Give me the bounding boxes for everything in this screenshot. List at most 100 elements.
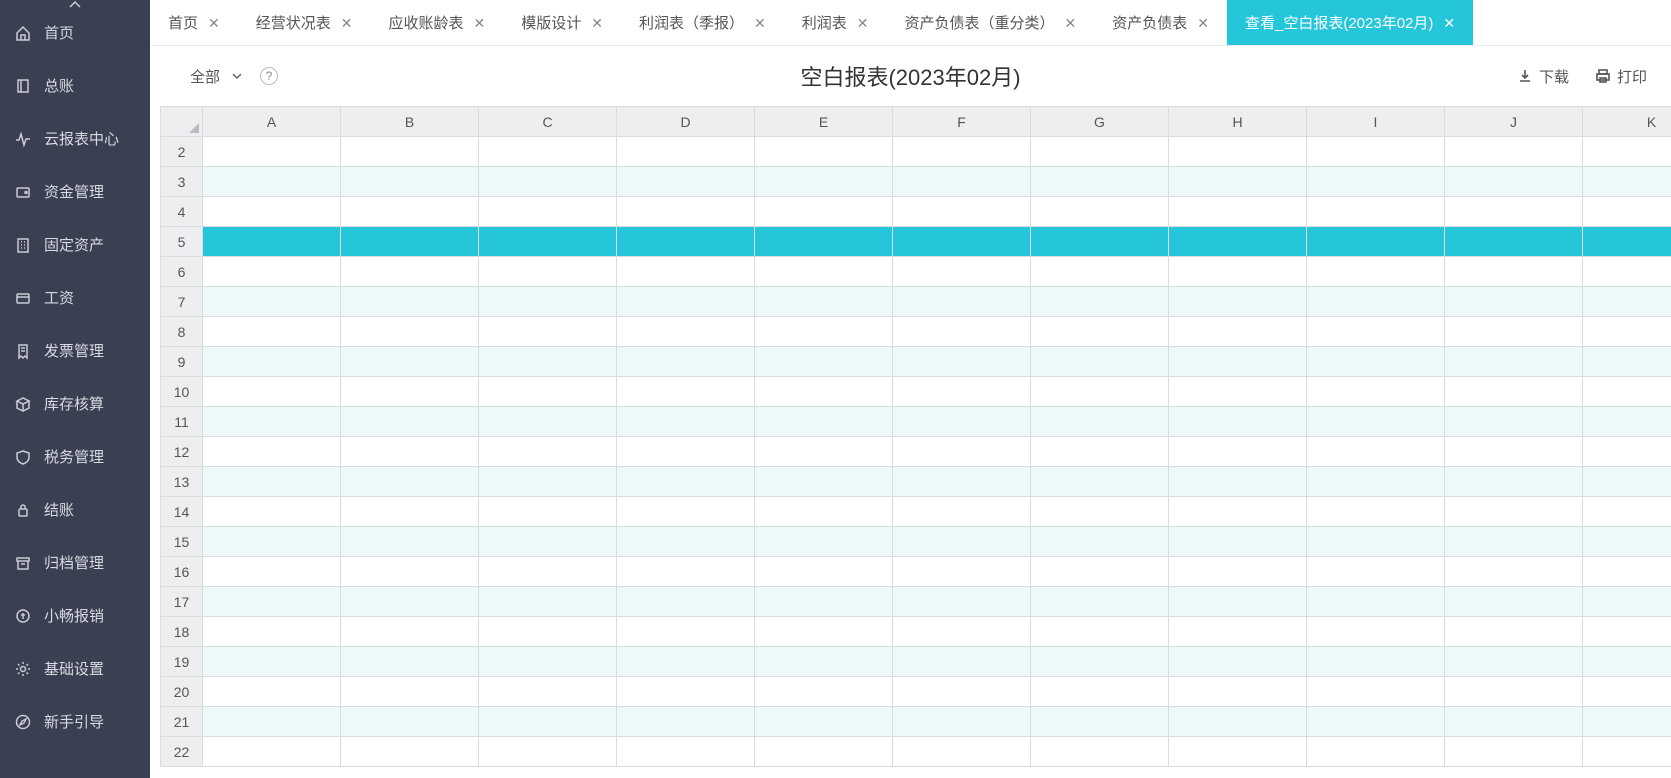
cell-G7[interactable]: [1031, 287, 1169, 317]
cell-E11[interactable]: [755, 407, 893, 437]
cell-H6[interactable]: [1169, 257, 1307, 287]
close-icon[interactable]: ✕: [208, 16, 220, 30]
cell-D11[interactable]: [617, 407, 755, 437]
select-all-corner[interactable]: [161, 107, 203, 137]
cell-A15[interactable]: [203, 527, 341, 557]
cell-C10[interactable]: [479, 377, 617, 407]
col-header-G[interactable]: G: [1031, 107, 1169, 137]
cell-B16[interactable]: [341, 557, 479, 587]
cell-A13[interactable]: [203, 467, 341, 497]
cell-G16[interactable]: [1031, 557, 1169, 587]
cell-K3[interactable]: [1583, 167, 1671, 197]
cell-K7[interactable]: [1583, 287, 1671, 317]
row-header-21[interactable]: 21: [161, 707, 203, 737]
cell-F14[interactable]: [893, 497, 1031, 527]
cell-G2[interactable]: [1031, 137, 1169, 167]
cell-D2[interactable]: [617, 137, 755, 167]
cell-A19[interactable]: [203, 647, 341, 677]
cell-D22[interactable]: [617, 737, 755, 767]
cell-F11[interactable]: [893, 407, 1031, 437]
cell-H10[interactable]: [1169, 377, 1307, 407]
cell-K9[interactable]: [1583, 347, 1671, 377]
cell-E20[interactable]: [755, 677, 893, 707]
cell-I4[interactable]: [1307, 197, 1445, 227]
cell-B22[interactable]: [341, 737, 479, 767]
cell-G4[interactable]: [1031, 197, 1169, 227]
cell-F13[interactable]: [893, 467, 1031, 497]
row-header-5[interactable]: 5: [161, 227, 203, 257]
cell-B4[interactable]: [341, 197, 479, 227]
cell-B9[interactable]: [341, 347, 479, 377]
cell-E16[interactable]: [755, 557, 893, 587]
col-header-B[interactable]: B: [341, 107, 479, 137]
cell-I6[interactable]: [1307, 257, 1445, 287]
cell-D17[interactable]: [617, 587, 755, 617]
cell-E9[interactable]: [755, 347, 893, 377]
cell-J18[interactable]: [1445, 617, 1583, 647]
cell-D19[interactable]: [617, 647, 755, 677]
cell-A18[interactable]: [203, 617, 341, 647]
cell-I7[interactable]: [1307, 287, 1445, 317]
tab-7[interactable]: 资产负债表✕: [1094, 0, 1227, 45]
cell-F9[interactable]: [893, 347, 1031, 377]
cell-A16[interactable]: [203, 557, 341, 587]
sidebar-item-ledger[interactable]: 总账: [0, 59, 150, 112]
cell-F22[interactable]: [893, 737, 1031, 767]
cell-F5[interactable]: [893, 227, 1031, 257]
cell-I10[interactable]: [1307, 377, 1445, 407]
close-icon[interactable]: ✕: [754, 16, 766, 30]
col-header-H[interactable]: H: [1169, 107, 1307, 137]
cell-E6[interactable]: [755, 257, 893, 287]
cell-K5[interactable]: [1583, 227, 1671, 257]
cell-H18[interactable]: [1169, 617, 1307, 647]
cell-B10[interactable]: [341, 377, 479, 407]
cell-B14[interactable]: [341, 497, 479, 527]
cell-H15[interactable]: [1169, 527, 1307, 557]
cell-G9[interactable]: [1031, 347, 1169, 377]
cell-C13[interactable]: [479, 467, 617, 497]
cell-J20[interactable]: [1445, 677, 1583, 707]
cell-G10[interactable]: [1031, 377, 1169, 407]
cell-H19[interactable]: [1169, 647, 1307, 677]
cell-F2[interactable]: [893, 137, 1031, 167]
cell-J15[interactable]: [1445, 527, 1583, 557]
row-header-12[interactable]: 12: [161, 437, 203, 467]
cell-D20[interactable]: [617, 677, 755, 707]
cell-A4[interactable]: [203, 197, 341, 227]
cell-F15[interactable]: [893, 527, 1031, 557]
cell-K15[interactable]: [1583, 527, 1671, 557]
cell-I13[interactable]: [1307, 467, 1445, 497]
cell-F3[interactable]: [893, 167, 1031, 197]
cell-C21[interactable]: [479, 707, 617, 737]
cell-C16[interactable]: [479, 557, 617, 587]
row-header-22[interactable]: 22: [161, 737, 203, 767]
cell-F8[interactable]: [893, 317, 1031, 347]
cell-G22[interactable]: [1031, 737, 1169, 767]
cell-E10[interactable]: [755, 377, 893, 407]
row-header-15[interactable]: 15: [161, 527, 203, 557]
cell-C19[interactable]: [479, 647, 617, 677]
close-icon[interactable]: ✕: [341, 16, 353, 30]
tab-3[interactable]: 模版设计✕: [503, 0, 621, 45]
cell-G6[interactable]: [1031, 257, 1169, 287]
cell-A11[interactable]: [203, 407, 341, 437]
sidebar-item-assets[interactable]: 固定资产: [0, 218, 150, 271]
cell-I3[interactable]: [1307, 167, 1445, 197]
col-header-D[interactable]: D: [617, 107, 755, 137]
cell-B2[interactable]: [341, 137, 479, 167]
cell-J8[interactable]: [1445, 317, 1583, 347]
cell-K17[interactable]: [1583, 587, 1671, 617]
cell-E21[interactable]: [755, 707, 893, 737]
cell-H4[interactable]: [1169, 197, 1307, 227]
cell-K22[interactable]: [1583, 737, 1671, 767]
cell-B15[interactable]: [341, 527, 479, 557]
cell-E13[interactable]: [755, 467, 893, 497]
cell-I18[interactable]: [1307, 617, 1445, 647]
row-header-14[interactable]: 14: [161, 497, 203, 527]
cell-C3[interactable]: [479, 167, 617, 197]
cell-C22[interactable]: [479, 737, 617, 767]
cell-A2[interactable]: [203, 137, 341, 167]
row-header-4[interactable]: 4: [161, 197, 203, 227]
cell-D12[interactable]: [617, 437, 755, 467]
cell-H5[interactable]: [1169, 227, 1307, 257]
